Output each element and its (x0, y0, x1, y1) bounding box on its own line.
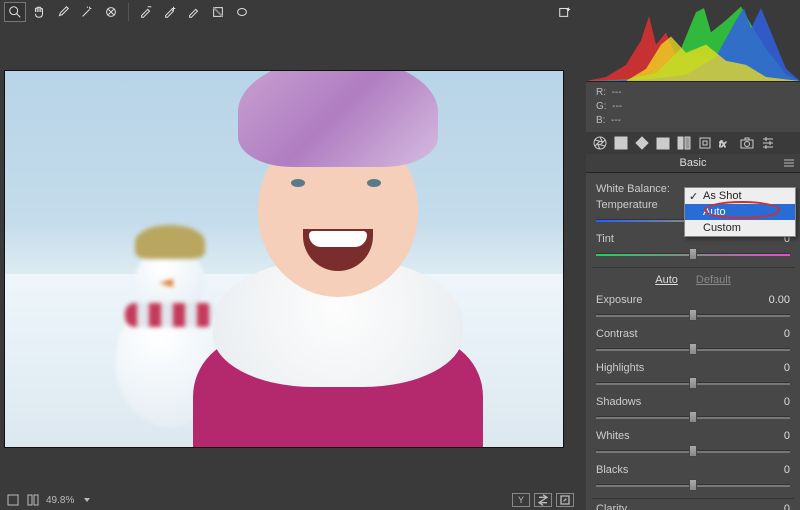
r-value: --- (612, 87, 622, 98)
brush-plus-icon[interactable] (159, 2, 181, 22)
camera-tab-icon[interactable] (737, 134, 757, 152)
white-balance-label: White Balance: (596, 183, 676, 195)
panel-tabs: fx (586, 132, 800, 154)
panel-title: Basic (680, 157, 707, 169)
exposure-slider[interactable] (596, 308, 790, 322)
histogram[interactable] (586, 0, 800, 82)
shadows-label: Shadows (596, 396, 676, 408)
contrast-label: Contrast (596, 328, 676, 340)
hand-tool-icon[interactable] (28, 2, 50, 22)
b-value: --- (611, 115, 621, 126)
curve-tab-icon[interactable] (611, 134, 631, 152)
add-preset-icon[interactable] (554, 2, 576, 22)
detail-tab-icon[interactable] (632, 134, 652, 152)
blacks-value[interactable]: 0 (750, 464, 790, 476)
image-canvas[interactable] (4, 70, 564, 448)
zoom-tool-icon[interactable] (4, 2, 26, 22)
heal-tool-icon[interactable] (100, 2, 122, 22)
swap-icon[interactable] (534, 493, 552, 507)
wand-tool-icon[interactable] (76, 2, 98, 22)
default-link[interactable]: Default (696, 274, 731, 286)
contrast-slider[interactable] (596, 342, 790, 356)
whites-slider[interactable] (596, 444, 790, 458)
panel-body: White Balance: ✓As Shot Auto Custom Temp… (586, 173, 800, 510)
clarity-value[interactable]: 0 (750, 503, 790, 510)
copy-settings-icon[interactable] (556, 493, 574, 507)
wb-option-custom[interactable]: Custom (685, 220, 795, 236)
eyedropper-tool-icon[interactable] (52, 2, 74, 22)
temperature-label: Temperature (596, 199, 676, 211)
highlights-value[interactable]: 0 (750, 362, 790, 374)
before-after-y-icon[interactable]: Y (512, 493, 530, 507)
highlights-label: Highlights (596, 362, 676, 374)
tint-label: Tint (596, 233, 676, 245)
aperture-tab-icon[interactable] (590, 134, 610, 152)
right-panel: R: --- G: --- B: --- fx Basic White Bala… (586, 0, 800, 510)
zoom-dropdown-icon[interactable] (84, 498, 90, 502)
presets-tab-icon[interactable] (758, 134, 778, 152)
g-label: G: (596, 101, 607, 112)
brush-minus-icon[interactable] (135, 2, 157, 22)
wb-option-auto[interactable]: Auto (685, 204, 795, 220)
gradient-tool-icon[interactable] (207, 2, 229, 22)
top-toolbar (0, 0, 580, 24)
wb-option-as-shot[interactable]: ✓As Shot (685, 188, 795, 204)
panel-title-bar: Basic (586, 154, 800, 173)
girl-subject (163, 70, 503, 447)
whites-label: Whites (596, 430, 676, 442)
blacks-label: Blacks (596, 464, 676, 476)
r-label: R: (596, 87, 606, 98)
rgb-readout: R: --- G: --- B: --- (586, 82, 800, 132)
fx-tab-icon[interactable]: fx (716, 134, 736, 152)
toolbar-separator (128, 3, 129, 21)
zoom-level[interactable]: 49.8% (46, 495, 74, 506)
highlights-slider[interactable] (596, 376, 790, 390)
exposure-label: Exposure (596, 294, 676, 306)
exposure-value[interactable]: 0.00 (750, 294, 790, 306)
hsl-tab-icon[interactable] (653, 134, 673, 152)
shadows-slider[interactable] (596, 410, 790, 424)
compare-toggle-icon[interactable] (26, 493, 40, 507)
g-value: --- (612, 101, 622, 112)
blacks-slider[interactable] (596, 478, 790, 492)
clarity-label: Clarity (596, 503, 676, 510)
contrast-value[interactable]: 0 (750, 328, 790, 340)
ellipse-tool-icon[interactable] (231, 2, 253, 22)
grid-toggle-icon[interactable] (6, 493, 20, 507)
white-balance-dropdown[interactable]: ✓As Shot Auto Custom (684, 187, 796, 237)
tint-slider[interactable] (596, 247, 790, 261)
split-tab-icon[interactable] (674, 134, 694, 152)
whites-value[interactable]: 0 (750, 430, 790, 442)
svg-text:fx: fx (719, 139, 727, 149)
status-bar: 49.8% Y (0, 490, 580, 510)
panel-menu-icon[interactable] (782, 157, 796, 169)
erase-tool-icon[interactable] (183, 2, 205, 22)
auto-link[interactable]: Auto (655, 274, 678, 286)
b-label: B: (596, 115, 605, 126)
shadows-value[interactable]: 0 (750, 396, 790, 408)
lens-tab-icon[interactable] (695, 134, 715, 152)
